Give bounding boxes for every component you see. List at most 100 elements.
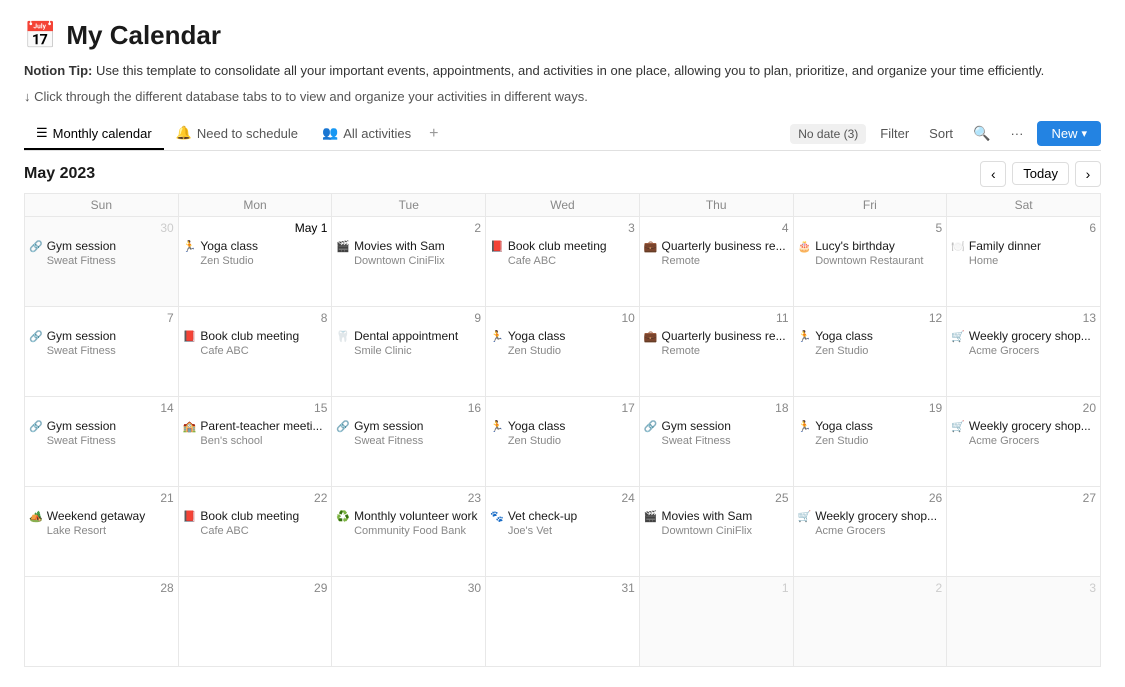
calendar-cell[interactable]: 2 (793, 576, 947, 666)
calendar-cell[interactable]: 25🎬Movies with SamDowntown CiniFlix (639, 486, 793, 576)
calendar-cell[interactable]: 3📕Book club meetingCafe ABC (486, 216, 640, 306)
calendar-cell[interactable]: 16🔗Gym sessionSweat Fitness (332, 396, 486, 486)
event-item[interactable]: 🎬Movies with SamDowntown CiniFlix (336, 239, 481, 269)
event-item[interactable]: 🔗Gym sessionSweat Fitness (29, 419, 174, 449)
calendar-cell[interactable]: 21🏕️Weekend getawayLake Resort (25, 486, 179, 576)
day-number: 20 (951, 401, 1096, 415)
need-icon: 🔔 (176, 125, 192, 141)
event-item[interactable]: 🍽️Family dinnerHome (951, 239, 1096, 269)
event-item[interactable]: 🛒Weekly grocery shop...Acme Grocers (951, 419, 1096, 449)
calendar-cell[interactable]: 30 (332, 576, 486, 666)
search-button[interactable]: 🔍 (967, 121, 996, 146)
event-subtitle: Sweat Fitness (47, 434, 116, 448)
event-item[interactable]: 🔗Gym sessionSweat Fitness (644, 419, 789, 449)
event-item[interactable]: 📕Book club meetingCafe ABC (183, 329, 328, 359)
add-tab-button[interactable]: + (423, 118, 444, 150)
calendar-cell[interactable]: 12🏃Yoga classZen Studio (793, 306, 947, 396)
calendar-cell[interactable]: 18🔗Gym sessionSweat Fitness (639, 396, 793, 486)
calendar-cell[interactable]: 10 🏃Yoga classZen Studio (486, 306, 640, 396)
event-item[interactable]: 📕Book club meetingCafe ABC (183, 509, 328, 539)
event-item[interactable]: 🛒Weekly grocery shop...Acme Grocers (798, 509, 943, 539)
event-text: Movies with SamDowntown CiniFlix (354, 239, 445, 269)
calendar-cell[interactable]: May 1🏃Yoga classZen Studio (178, 216, 332, 306)
more-button[interactable]: ··· (1004, 122, 1029, 145)
event-item[interactable]: 🏃Yoga classZen Studio (490, 419, 635, 449)
calendar-cell[interactable]: 6🍽️Family dinnerHome (947, 216, 1101, 306)
calendar-cell[interactable]: 9🦷Dental appointmentSmile Clinic (332, 306, 486, 396)
day-number: 19 (798, 401, 943, 415)
event-item[interactable]: 🔗Gym sessionSweat Fitness (336, 419, 481, 449)
day-number: 2 (336, 221, 481, 235)
calendar-cell[interactable]: 13🛒Weekly grocery shop...Acme Grocers (947, 306, 1101, 396)
event-subtitle: Smile Clinic (354, 344, 458, 358)
event-item[interactable]: 🎬Movies with SamDowntown CiniFlix (644, 509, 789, 539)
page-header: 📅 My Calendar (24, 20, 1101, 51)
event-item[interactable]: 🏃Yoga classZen Studio (183, 239, 328, 269)
event-text: Weekly grocery shop...Acme Grocers (815, 509, 937, 539)
calendar-cell[interactable]: 4💼Quarterly business re...Remote (639, 216, 793, 306)
calendar-cell[interactable]: 5 🎂Lucy's birthdayDowntown Restaurant (793, 216, 947, 306)
calendar-cell[interactable]: 26🛒Weekly grocery shop...Acme Grocers (793, 486, 947, 576)
calendar-cell[interactable]: 29 (178, 576, 332, 666)
tab-need-to-schedule[interactable]: 🔔 Need to schedule (164, 118, 310, 150)
event-text: Yoga classZen Studio (815, 419, 873, 449)
calendar-cell[interactable]: 30🔗Gym sessionSweat Fitness (25, 216, 179, 306)
event-icon: 🔗 (29, 420, 43, 433)
calendar-cell[interactable]: 8📕Book club meetingCafe ABC (178, 306, 332, 396)
new-button[interactable]: New ▾ (1037, 121, 1101, 146)
tab-need-label: Need to schedule (197, 126, 298, 141)
day-number: 10 (490, 311, 635, 325)
event-item[interactable]: 🔗Gym sessionSweat Fitness (29, 239, 174, 269)
day-header-tue: Tue (332, 193, 486, 216)
event-subtitle: Joe's Vet (508, 524, 577, 538)
calendar-cell[interactable]: 19 🏃Yoga classZen Studio (793, 396, 947, 486)
calendar-cell[interactable]: 20 🛒Weekly grocery shop...Acme Grocers (947, 396, 1101, 486)
event-icon: 🛒 (798, 510, 812, 523)
calendar-cell[interactable]: 27 (947, 486, 1101, 576)
calendar-cell[interactable]: 28 (25, 576, 179, 666)
event-item[interactable]: 🏃Yoga classZen Studio (490, 329, 635, 359)
event-item[interactable]: 🔗Gym sessionSweat Fitness (29, 329, 174, 359)
event-item[interactable]: 📕Book club meetingCafe ABC (490, 239, 635, 269)
calendar-cell[interactable]: 11 💼Quarterly business re...Remote (639, 306, 793, 396)
calendar-cell[interactable]: 17 🏃Yoga classZen Studio (486, 396, 640, 486)
tab-monthly[interactable]: ☰ Monthly calendar (24, 118, 164, 150)
sort-button[interactable]: Sort (923, 122, 959, 145)
event-icon: 🔗 (29, 240, 43, 253)
event-title: Book club meeting (200, 329, 299, 345)
event-icon: 🔗 (336, 420, 350, 433)
next-month-button[interactable]: › (1075, 161, 1101, 187)
day-number: 5 (798, 221, 943, 235)
event-item[interactable]: 💼Quarterly business re...Remote (644, 239, 789, 269)
event-title: Yoga class (508, 329, 566, 345)
calendar-cell[interactable]: 3 (947, 576, 1101, 666)
calendar-cell[interactable]: 24🐾Vet check-upJoe's Vet (486, 486, 640, 576)
calendar-cell[interactable]: 14🔗Gym sessionSweat Fitness (25, 396, 179, 486)
event-item[interactable]: 🏃Yoga classZen Studio (798, 419, 943, 449)
calendar-cell[interactable]: 2 🎬Movies with SamDowntown CiniFlix (332, 216, 486, 306)
day-number: 11 (644, 311, 789, 325)
prev-month-button[interactable]: ‹ (980, 161, 1006, 187)
calendar-cell[interactable]: 22📕Book club meetingCafe ABC (178, 486, 332, 576)
event-item[interactable]: 🎂Lucy's birthdayDowntown Restaurant (798, 239, 943, 269)
no-date-badge[interactable]: No date (3) (790, 124, 866, 144)
calendar-cell[interactable]: 31 (486, 576, 640, 666)
event-item[interactable]: 🏃Yoga classZen Studio (798, 329, 943, 359)
event-item[interactable]: ♻️Monthly volunteer workCommunity Food B… (336, 509, 481, 539)
event-item[interactable]: 🦷Dental appointmentSmile Clinic (336, 329, 481, 359)
event-item[interactable]: 🛒Weekly grocery shop...Acme Grocers (951, 329, 1096, 359)
filter-button[interactable]: Filter (874, 122, 915, 145)
event-item[interactable]: 💼Quarterly business re...Remote (644, 329, 789, 359)
today-button[interactable]: Today (1012, 162, 1069, 185)
event-subtitle: Lake Resort (47, 524, 146, 538)
event-item[interactable]: 🏫Parent-teacher meeti...Ben's school (183, 419, 328, 449)
calendar-cell[interactable]: 1 (639, 576, 793, 666)
calendar-cell[interactable]: 23♻️Monthly volunteer workCommunity Food… (332, 486, 486, 576)
tab-all-activities[interactable]: 👥 All activities (310, 118, 423, 150)
day-number: 17 (490, 401, 635, 415)
event-item[interactable]: 🏕️Weekend getawayLake Resort (29, 509, 174, 539)
tab-monthly-label: Monthly calendar (53, 126, 152, 141)
event-item[interactable]: 🐾Vet check-upJoe's Vet (490, 509, 635, 539)
calendar-cell[interactable]: 7🔗Gym sessionSweat Fitness (25, 306, 179, 396)
calendar-cell[interactable]: 15🏫Parent-teacher meeti...Ben's school (178, 396, 332, 486)
